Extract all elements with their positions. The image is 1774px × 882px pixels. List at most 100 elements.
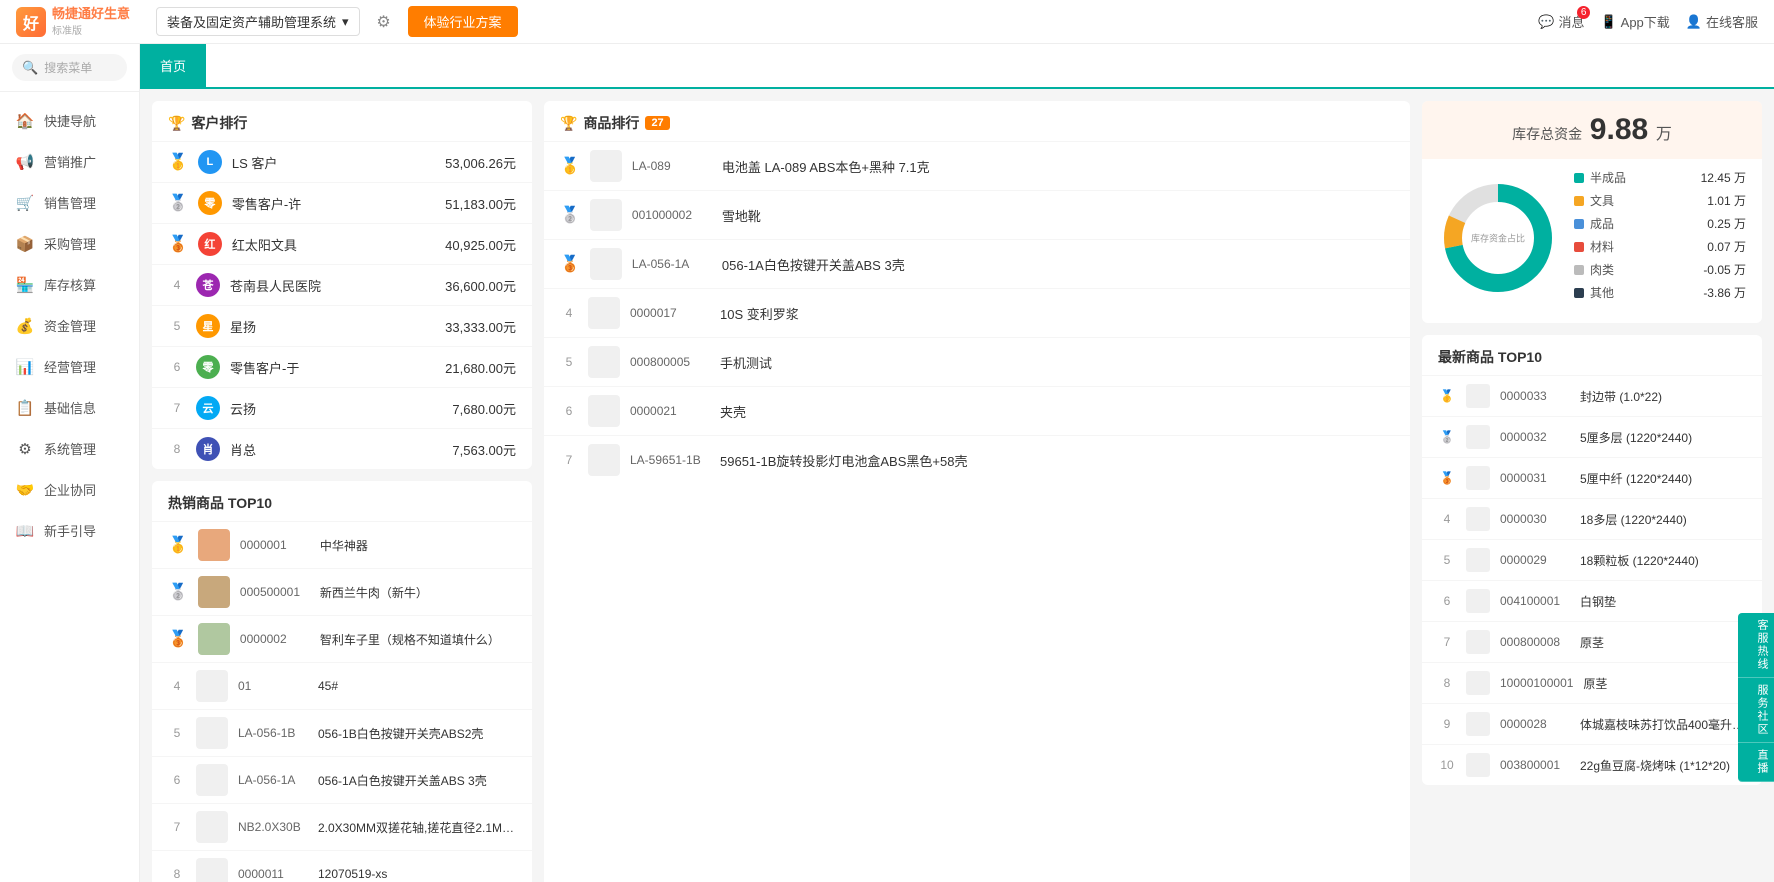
product-code: 003800001 (1500, 758, 1570, 772)
tab-home[interactable]: 首页 (140, 44, 206, 87)
online-service-button[interactable]: 👤 在线客服 (1686, 12, 1758, 31)
sidebar-item-inventory[interactable]: 🏪 库存核算 (0, 264, 139, 305)
inventory-donut-chart: 库存资金占比 (1438, 178, 1558, 298)
settings-button[interactable]: ⚙ (370, 8, 398, 36)
rank-number: 6 (560, 404, 578, 418)
legend-label: 文具 (1590, 192, 1701, 209)
list-item: 10 003800001 22g鱼豆腐-烧烤味 (1*12*20) (1422, 744, 1762, 785)
product-image (198, 529, 230, 561)
sidebar-item-system[interactable]: ⚙ 系统管理 (0, 428, 139, 469)
sidebar-item-finance[interactable]: 💰 资金管理 (0, 305, 139, 346)
trophy-icon: 🏆 (560, 115, 577, 132)
trial-button[interactable]: 体验行业方案 (408, 6, 518, 37)
customer-name: 肖总 (230, 440, 442, 459)
rank-number: 10 (1438, 758, 1456, 772)
avatar: 零 (196, 355, 220, 379)
finance-icon: 💰 (16, 317, 34, 335)
product-image (588, 444, 620, 476)
customer-name: 星扬 (230, 317, 435, 336)
rank-number: 4 (168, 679, 186, 693)
home-icon: 🏠 (16, 112, 34, 130)
product-image (196, 670, 228, 702)
messages-button[interactable]: 💬 消息 6 (1538, 12, 1584, 31)
rank-number: 8 (1438, 676, 1456, 690)
avatar: 肖 (196, 437, 220, 461)
product-code: 0000028 (1500, 717, 1570, 731)
product-code: 0000002 (240, 632, 310, 646)
table-row: 🥇 L LS 客户 53,006.26元 (152, 141, 532, 182)
medal-gold-icon: 🥇 (560, 156, 580, 176)
search-bar[interactable]: 🔍 搜索菜单 (12, 54, 127, 81)
message-icon: 💬 (1538, 14, 1554, 30)
list-item: 🥈 000500001 新西兰牛肉（新牛） (152, 568, 532, 615)
logo-sub: 标准版 (52, 22, 130, 37)
sidebar-search-area[interactable]: 🔍 搜索菜单 (0, 44, 139, 92)
customer-name: 零售客户-许 (232, 194, 435, 213)
system-selector[interactable]: 装备及固定资产辅助管理系统 ▾ (156, 7, 360, 36)
left-panel: 🏆 客户排行 🥇 L LS 客户 53,006.26元 (152, 101, 532, 882)
sidebar-item-base[interactable]: 📋 基础信息 (0, 387, 139, 428)
legend-value: 12.45 万 (1701, 169, 1746, 186)
logo-area: 好 畅捷通好生意 标准版 (16, 6, 156, 37)
product-name: 12070519-xs (318, 867, 516, 881)
table-row: 5 000800005 手机测试 (544, 337, 1410, 386)
sidebar-item-guide[interactable]: 📖 新手引导 (0, 510, 139, 551)
legend-value: 0.25 万 (1707, 215, 1746, 232)
table-row: 4 苍 苍南县人民医院 36,600.00元 (152, 264, 532, 305)
content-scroll[interactable]: 🏆 客户排行 🥇 L LS 客户 53,006.26元 (140, 89, 1774, 882)
product-code: 0000032 (1500, 430, 1570, 444)
rank-number: 🥈 (1438, 430, 1456, 444)
product-code: LA-089 (632, 159, 712, 173)
customer-value: 7,680.00元 (452, 399, 516, 418)
sidebar-item-sales[interactable]: 🛒 销售管理 (0, 182, 139, 223)
rank-number: 6 (168, 360, 186, 374)
avatar: L (198, 150, 222, 174)
product-code: LA-59651-1B (630, 453, 710, 467)
search-icon: 🔍 (22, 60, 38, 76)
sidebar-item-home[interactable]: 🏠 快捷导航 (0, 100, 139, 141)
customer-name: LS 客户 (232, 153, 435, 172)
main-layout: 🔍 搜索菜单 🏠 快捷导航 📢 营销推广 🛒 销售管理 📦 采购管理 (0, 44, 1774, 882)
product-image (196, 764, 228, 796)
product-code: 01 (238, 679, 308, 693)
legend-label: 材料 (1590, 238, 1701, 255)
sidebar-label-corp: 企业协同 (44, 480, 96, 499)
mid-panel: 🏆 商品排行 27 🥇 LA-089 电池盖 LA-089 ABS本色+黑种 7… (544, 101, 1410, 882)
app-label: App下载 (1621, 12, 1670, 31)
product-name: 056-1A白色按键开关盖ABS 3壳 (318, 772, 516, 789)
sidebar-item-operation[interactable]: 📊 经营管理 (0, 346, 139, 387)
sidebar-item-marketing[interactable]: 📢 营销推广 (0, 141, 139, 182)
legend-value: -3.86 万 (1703, 284, 1746, 301)
product-name: 056-1B白色按键开关壳ABS2壳 (318, 725, 516, 742)
table-row: 4 0000017 10S 变利罗浆 (544, 288, 1410, 337)
logo-text: 畅捷通好生意 (52, 6, 130, 22)
medal-bronze-icon: 🥉 (168, 629, 188, 649)
rank-number: 🥉 (1438, 471, 1456, 485)
sidebar-item-corp[interactable]: 🤝 企业协同 (0, 469, 139, 510)
list-item: 5 LA-056-1B 056-1B白色按键开关壳ABS2壳 (152, 709, 532, 756)
table-row: 🥈 零 零售客户-许 51,183.00元 (152, 182, 532, 223)
medal-gold-icon: 🥇 (168, 535, 188, 555)
inventory-value: 9.88 (1590, 113, 1648, 146)
content-tabs: 首页 (140, 44, 1774, 89)
float-btn-community[interactable]: 服务社区 (1738, 678, 1774, 743)
medal-bronze-icon: 🥉 (560, 254, 580, 274)
customer-value: 53,006.26元 (445, 153, 516, 172)
rank-number: 4 (1438, 512, 1456, 526)
service-label: 在线客服 (1706, 12, 1758, 31)
product-image (588, 297, 620, 329)
list-item: 8 0000011 12070519-xs (152, 850, 532, 882)
medal-silver-icon: 🥈 (560, 205, 580, 225)
service-icon: 👤 (1686, 14, 1702, 30)
chevron-down-icon: ▾ (342, 14, 349, 30)
app-download-button[interactable]: 📱 App下载 (1600, 12, 1669, 31)
medal-bronze-icon: 🥉 (168, 234, 188, 254)
float-btn-live[interactable]: 直播 (1738, 743, 1774, 782)
float-btn-service[interactable]: 客服热线 (1738, 613, 1774, 678)
product-name: 中华神器 (320, 537, 516, 554)
list-item: 🥉 0000031 5厘中纤 (1220*2440) (1422, 457, 1762, 498)
list-item: 6 004100001 白钢垫 (1422, 580, 1762, 621)
sidebar-item-purchase[interactable]: 📦 采购管理 (0, 223, 139, 264)
sales-icon: 🛒 (16, 194, 34, 212)
sidebar-label-sales: 销售管理 (44, 193, 96, 212)
